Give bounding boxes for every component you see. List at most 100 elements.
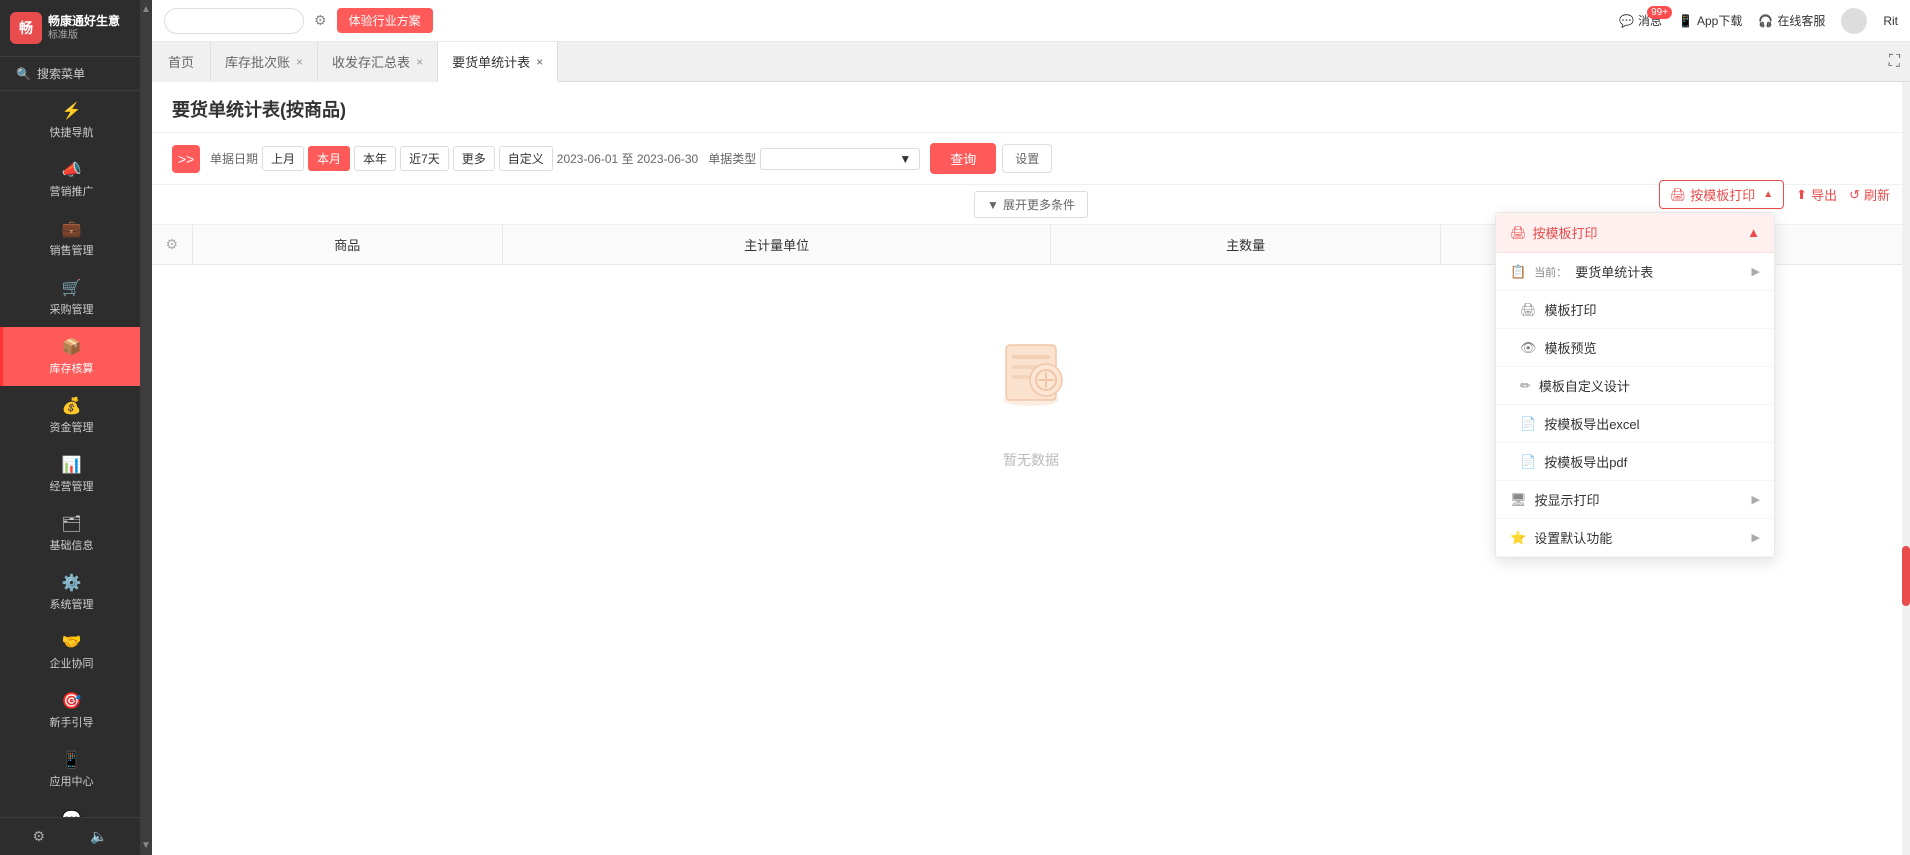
basic-icon: 🗂 xyxy=(61,514,81,534)
username-label[interactable]: Rit xyxy=(1883,14,1898,28)
printer-icon: 🖨 xyxy=(1670,187,1687,203)
display-print-chevron: ▶ xyxy=(1752,493,1760,506)
query-button[interactable]: 查询 xyxy=(930,143,996,174)
date-filter-group: 单据日期 上月 本月 本年 近7天 更多 自定义 2023-06-01 至 20… xyxy=(210,146,698,171)
sidebar-search[interactable]: 🔍 搜索菜单 xyxy=(0,57,140,91)
tabbar: 首页 库存批次账 × 收发存汇总表 × 要货单统计表 × ⛶ xyxy=(152,42,1910,82)
action-bar: 🖨 按模板打印 ▲ ⬆ 导出 ↺ 刷新 xyxy=(1659,180,1890,209)
date-current-month[interactable]: 本月 xyxy=(308,146,350,171)
sidebar-item-basic[interactable]: 🗂 基础信息 xyxy=(0,504,140,563)
tab-close-receipt-summary[interactable]: × xyxy=(416,55,423,69)
finance-icon: 💰 xyxy=(62,396,82,416)
sidebar-item-system[interactable]: ⚙️ 系统管理 xyxy=(0,563,140,622)
table-header-settings: ⚙ xyxy=(152,225,192,265)
display-print-label: 按显示打印 xyxy=(1535,490,1600,509)
online-service-button[interactable]: 🎧 在线客服 xyxy=(1758,12,1825,29)
app-download-button[interactable]: 📱 App下载 xyxy=(1678,12,1742,29)
dropdown-item-template-preview[interactable]: 👁 模板预览 xyxy=(1496,329,1774,367)
filter-bar: >> 单据日期 上月 本月 本年 近7天 更多 自定义 2023-06-01 至… xyxy=(152,133,1910,185)
sidebar: 畅 畅康通好生意 标准版 🔍 搜索菜单 ⚡ 快捷导航 📣 营销推广 💼 销售管理… xyxy=(0,0,140,855)
sidebar-item-purchase[interactable]: 🛒 采购管理 xyxy=(0,268,140,327)
tab-inventory-batch[interactable]: 库存批次账 × xyxy=(211,42,318,82)
sidebar-item-newbie[interactable]: 🎯 新手引导 xyxy=(0,681,140,740)
sidebar-item-apps[interactable]: 📱 应用中心 xyxy=(0,740,140,799)
dropdown-item-template-print[interactable]: 🖨 模板打印 xyxy=(1496,291,1774,329)
date-range-text: 2023-06-01 至 2023-06-30 xyxy=(557,150,698,167)
settings-bottom-icon[interactable]: ⚙ xyxy=(33,828,46,845)
tab-receipt-summary[interactable]: 收发存汇总表 × xyxy=(318,42,438,82)
refresh-icon: ↺ xyxy=(1849,187,1860,203)
sidebar-item-finance[interactable]: 💰 资金管理 xyxy=(0,386,140,445)
display-print-icon: 🖥 xyxy=(1510,492,1527,508)
date-custom[interactable]: 自定义 xyxy=(499,146,553,171)
date-current-year[interactable]: 本年 xyxy=(354,146,396,171)
dropdown-header[interactable]: 🖨 按模板打印 ▲ xyxy=(1496,213,1774,253)
print-template-button[interactable]: 🖨 按模板打印 ▲ xyxy=(1659,180,1784,209)
scroll-up-arrow[interactable]: ▲ xyxy=(141,4,151,15)
dropdown-item-label: 按模板导出excel xyxy=(1544,414,1639,433)
sidebar-item-marketing[interactable]: 📣 营销推广 xyxy=(0,150,140,209)
sidebar-item-label: 资金管理 xyxy=(50,419,94,435)
message-badge: 99+ xyxy=(1647,6,1672,19)
operations-icon: 📊 xyxy=(62,455,82,475)
scrollbar-thumb[interactable] xyxy=(1902,546,1910,606)
sidebar-item-wechat[interactable]: 💬 企业微信 xyxy=(0,799,140,817)
sidebar-item-operations[interactable]: 📊 经营管理 xyxy=(0,445,140,504)
page-scrollbar[interactable] xyxy=(1902,82,1910,855)
dropdown-item-export-pdf[interactable]: 📄 按模板导出pdf xyxy=(1496,443,1774,481)
dropdown-display-print[interactable]: 🖥 按显示打印 ▶ xyxy=(1496,481,1774,519)
tab-order-stats[interactable]: 要货单统计表 × xyxy=(438,42,558,82)
system-icon: ⚙️ xyxy=(62,573,82,593)
dropdown-item-template-design[interactable]: ✏ 模板自定义设计 xyxy=(1496,367,1774,405)
topbar: ⚙ 体验行业方案 💬 消息 99+ 📱 App下载 🎧 在线客服 Rit xyxy=(152,0,1910,42)
sidebar-item-label: 采购管理 xyxy=(50,301,94,317)
message-button[interactable]: 💬 消息 99+ xyxy=(1619,12,1662,29)
export-button[interactable]: ⬆ 导出 xyxy=(1796,185,1837,204)
current-template-name: 要货单统计表 xyxy=(1575,262,1653,281)
date-more[interactable]: 更多 xyxy=(453,146,495,171)
quick-nav-icon: ⚡ xyxy=(62,101,82,121)
inventory-icon: 📦 xyxy=(62,337,82,357)
expand-more-button[interactable]: ▼ 展开更多条件 xyxy=(974,191,1088,218)
main-area: ⚙ 体验行业方案 💬 消息 99+ 📱 App下载 🎧 在线客服 Rit 首页 xyxy=(152,0,1910,855)
maximize-icon[interactable]: ⛶ xyxy=(1889,53,1900,71)
chevron-up-dropdown-icon: ▲ xyxy=(1747,225,1760,240)
dropdown-item-export-excel[interactable]: 📄 按模板导出excel xyxy=(1496,405,1774,443)
sidebar-item-label: 应用中心 xyxy=(50,773,94,789)
sidebar-item-sales[interactable]: 💼 销售管理 xyxy=(0,209,140,268)
refresh-button[interactable]: ↺ 刷新 xyxy=(1849,185,1890,204)
industry-solution-button[interactable]: 体验行业方案 xyxy=(337,8,433,33)
dropdown-sub-left: 📋 当前： 要货单统计表 xyxy=(1510,262,1653,281)
chevron-right-icon: ▶ xyxy=(1752,265,1760,278)
dropdown-set-default[interactable]: ⭐ 设置默认功能 ▶ xyxy=(1496,519,1774,557)
date-last-7[interactable]: 近7天 xyxy=(400,146,449,171)
type-filter-select[interactable]: ▼ xyxy=(760,148,920,170)
export-pdf-icon: 📄 xyxy=(1520,454,1536,470)
sidebar-item-collab[interactable]: 🤝 企业协同 xyxy=(0,622,140,681)
user-avatar[interactable] xyxy=(1841,8,1867,34)
sidebar-nav: ⚡ 快捷导航 📣 营销推广 💼 销售管理 🛒 采购管理 📦 库存核算 💰 资金管… xyxy=(0,91,140,817)
template-print-icon: 🖨 xyxy=(1520,302,1537,318)
sidebar-item-label: 系统管理 xyxy=(50,596,94,612)
tab-close-order-stats[interactable]: × xyxy=(536,55,543,69)
tab-home[interactable]: 首页 xyxy=(152,42,211,82)
settings-button[interactable]: 设置 xyxy=(1002,144,1052,173)
audio-bottom-icon[interactable]: 🔈 xyxy=(90,828,107,845)
date-prev-month[interactable]: 上月 xyxy=(262,146,304,171)
tab-close-inventory-batch[interactable]: × xyxy=(296,55,303,69)
apps-icon: 📱 xyxy=(62,750,82,770)
set-default-label: 设置默认功能 xyxy=(1534,528,1612,547)
topbar-gear-icon[interactable]: ⚙ xyxy=(314,12,327,29)
print-dropdown-menu: 🖨 按模板打印 ▲ 📋 当前： 要货单统计表 ▶ 🖨 模板打印 👁 模板预览 xyxy=(1495,212,1775,558)
sidebar-item-label: 基础信息 xyxy=(50,537,94,553)
dropdown-current-item[interactable]: 📋 当前： 要货单统计表 ▶ xyxy=(1496,253,1774,291)
column-settings-icon[interactable]: ⚙ xyxy=(165,236,178,252)
app-logo-text: 畅康通好生意 标准版 xyxy=(48,13,120,44)
export-icon: ⬆ xyxy=(1796,187,1807,203)
topbar-search-input[interactable] xyxy=(164,8,304,34)
sidebar-item-inventory[interactable]: 📦 库存核算 xyxy=(0,327,140,386)
sidebar-item-quick-nav[interactable]: ⚡ 快捷导航 xyxy=(0,91,140,150)
order-type-filter-group: 要货 查询 设置 xyxy=(930,143,1052,174)
filter-expand-button[interactable]: >> xyxy=(172,145,200,173)
scroll-down-arrow[interactable]: ▼ xyxy=(141,840,151,851)
